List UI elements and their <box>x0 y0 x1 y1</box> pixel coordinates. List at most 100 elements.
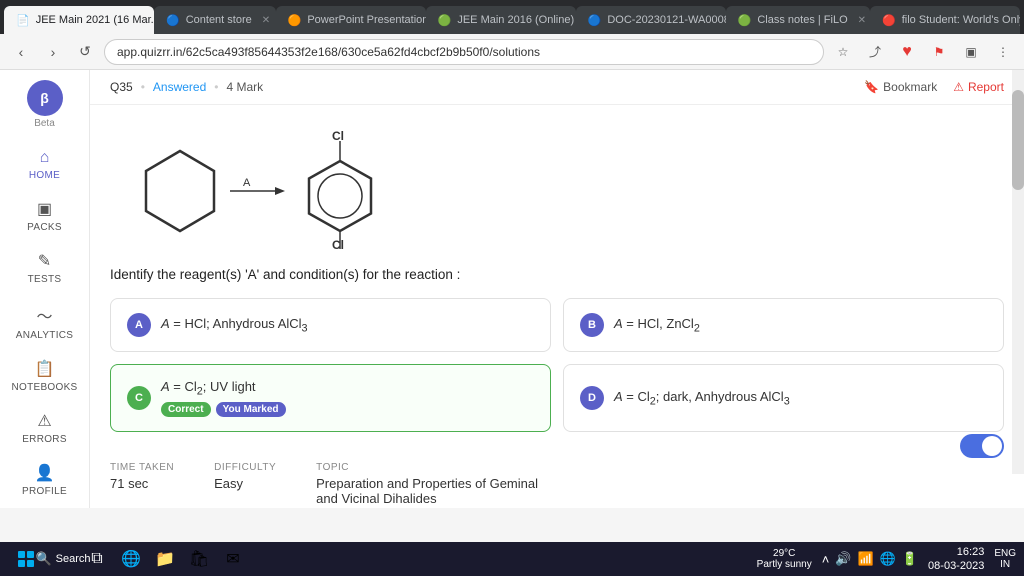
stat-difficulty: DIFFICULTY Easy <box>214 462 276 506</box>
menu-button[interactable]: ⋮ <box>990 39 1016 65</box>
tab-favicon: 🔵 <box>166 14 180 27</box>
app-container: β Beta ⌂ HOME ▣ PACKS ✎ TESTS 〜 ANALYTIC… <box>0 70 1024 508</box>
profile-button[interactable]: ♥ <box>894 39 920 65</box>
sidebar-item-notebooks[interactable]: 📋 NOTEBOOKS <box>5 353 85 399</box>
network-icon: 🌐 <box>880 551 896 567</box>
tab-label: JEE Main 2016 (Online) 10... <box>457 14 575 26</box>
sidebar-item-analytics[interactable]: 〜 ANALYTICS <box>5 297 85 347</box>
scrollbar-track[interactable] <box>1012 70 1024 474</box>
taskview-button[interactable]: ⧉ <box>82 544 112 574</box>
edge-button[interactable]: 🌐 <box>116 544 146 574</box>
alert-button[interactable]: ⚑ <box>926 39 952 65</box>
tab-favicon: 🔵 <box>588 14 602 27</box>
close-icon[interactable]: ✕ <box>262 15 270 26</box>
separator-dot: • <box>141 80 145 94</box>
option-math-b: A = HCl, ZnCl2 <box>614 316 700 331</box>
forward-button[interactable]: › <box>40 39 66 65</box>
tab-class-notes[interactable]: 🟢 Class notes | FiLO ✕ <box>726 6 870 34</box>
explorer-button[interactable]: 📁 <box>150 544 180 574</box>
close-icon[interactable]: ✕ <box>858 15 866 26</box>
tab-label: PowerPoint Presentation <box>307 14 425 26</box>
explorer-icon: 📁 <box>155 549 175 569</box>
option-text-c: A = Cl2; UV light <box>161 379 286 398</box>
option-tags-c: Correct You Marked <box>161 402 286 417</box>
option-content-a: A = HCl; Anhydrous AlCl3 <box>161 316 308 335</box>
tab-filo[interactable]: 🔴 filo Student: World's Only... ✕ <box>870 6 1020 34</box>
you-marked-tag: You Marked <box>216 402 286 417</box>
tab-grid-button[interactable]: ▣ <box>958 39 984 65</box>
system-tray[interactable]: ˄ 🔊 📶 🌐 🔋 <box>822 551 918 567</box>
logo-symbol: β <box>40 90 49 106</box>
tab-label: DOC-20230121-WA0008... <box>607 14 725 26</box>
option-c[interactable]: C A = Cl2; UV light Correct You Marked <box>110 364 551 432</box>
option-math-c: A = Cl2; UV light <box>161 379 256 394</box>
tab-jee-main-2016[interactable]: 🟢 JEE Main 2016 (Online) 10... ✕ <box>426 6 576 34</box>
address-input[interactable] <box>104 39 824 65</box>
question-number: Q35 <box>110 80 133 94</box>
tab-content-store[interactable]: 🔵 Content store ✕ <box>154 6 276 34</box>
search-taskbar-button[interactable]: 🔍 Search <box>48 544 78 574</box>
weather-display: 29°C Partly sunny <box>757 548 812 570</box>
back-button[interactable]: ‹ <box>8 39 34 65</box>
sidebar-item-errors[interactable]: ⚠ ERRORS <box>5 405 85 451</box>
clock-time: 16:23 <box>928 545 984 559</box>
stats-row: TIME TAKEN 71 sec DIFFICULTY Easy TOPIC … <box>110 452 1004 506</box>
share-button[interactable]: ⤴ <box>862 39 888 65</box>
sidebar-item-tests[interactable]: ✎ TESTS <box>5 245 85 291</box>
win-sq3 <box>18 560 25 567</box>
chevron-icon: ˄ <box>822 552 830 567</box>
arrow-label: A <box>243 177 251 189</box>
sidebar-item-home[interactable]: ⌂ HOME <box>5 143 85 187</box>
cl-top-label: Cl <box>332 131 344 143</box>
mail-button[interactable]: ✉ <box>218 544 248 574</box>
tab-ppt[interactable]: 🟠 PowerPoint Presentation ✕ <box>276 6 426 34</box>
store-button[interactable]: 🛍 <box>184 544 214 574</box>
tab-active[interactable]: 📄 JEE Main 2021 (16 Mar... ✕ <box>4 6 154 34</box>
option-b[interactable]: B A = HCl, ZnCl2 <box>563 298 1004 352</box>
sidebar-item-label: PACKS <box>27 222 62 233</box>
bookmark-page-button[interactable]: ☆ <box>830 39 856 65</box>
address-bar: ‹ › ↺ ☆ ⤴ ♥ ⚑ ▣ ⋮ <box>0 34 1024 70</box>
option-text-d: A = Cl2; dark, Anhydrous AlCl3 <box>614 389 790 408</box>
tab-label: filo Student: World's Only... <box>902 14 1020 26</box>
edge-icon: 🌐 <box>121 549 141 569</box>
report-button[interactable]: ⚠ Report <box>953 80 1004 94</box>
time-display[interactable]: 16:23 08-03-2023 <box>928 545 984 574</box>
reaction-svg: A Cl Cl <box>110 131 430 251</box>
packs-icon: ▣ <box>37 199 52 219</box>
win-sq1 <box>18 551 25 558</box>
sidebar-item-label: ANALYTICS <box>16 330 74 341</box>
stat-difficulty-value: Easy <box>214 476 276 491</box>
stat-time: TIME TAKEN 71 sec <box>110 462 174 506</box>
question-body: A Cl Cl Identify the reagent(s) 'A' and … <box>90 105 1024 508</box>
tab-bar: 📄 JEE Main 2021 (16 Mar... ✕ 🔵 Content s… <box>0 0 1024 34</box>
option-d[interactable]: D A = Cl2; dark, Anhydrous AlCl3 <box>563 364 1004 432</box>
tests-icon: ✎ <box>38 251 51 271</box>
option-badge-a: A <box>127 313 151 337</box>
option-text-b: A = HCl, ZnCl2 <box>614 316 700 335</box>
question-header: Q35 • Answered • 4 Mark 🔖 Bookmark ⚠ Rep… <box>90 70 1024 105</box>
separator-dot2: • <box>214 80 218 94</box>
battery-icon: 🔋 <box>902 551 918 567</box>
solution-toggle[interactable] <box>960 434 1004 458</box>
toggle-container <box>960 434 1004 458</box>
tab-doc[interactable]: 🔵 DOC-20230121-WA0008... ✕ <box>576 6 726 34</box>
option-a[interactable]: A A = HCl; Anhydrous AlCl3 <box>110 298 551 352</box>
notebooks-icon: 📋 <box>35 359 55 379</box>
stat-topic-label: TOPIC <box>316 462 556 473</box>
tab-favicon: 🟢 <box>438 14 452 27</box>
scrollbar-thumb[interactable] <box>1012 90 1024 190</box>
win-sq4 <box>27 560 34 567</box>
reload-button[interactable]: ↺ <box>72 39 98 65</box>
stat-topic: TOPIC Preparation and Properties of Gemi… <box>316 462 556 506</box>
bookmark-button[interactable]: 🔖 Bookmark <box>864 80 937 94</box>
volume-icon: 🔊 <box>835 551 851 567</box>
tab-favicon: 📄 <box>16 14 30 27</box>
tab-favicon: 🟢 <box>738 14 752 27</box>
sidebar-item-label: PROFILE <box>22 486 67 497</box>
sidebar-item-packs[interactable]: ▣ PACKS <box>5 193 85 239</box>
sidebar-item-profile[interactable]: 👤 PROFILE <box>5 457 85 503</box>
logo-icon: β <box>27 80 63 116</box>
chemical-diagram: A Cl Cl <box>110 131 1004 251</box>
mail-icon: ✉ <box>226 549 239 569</box>
